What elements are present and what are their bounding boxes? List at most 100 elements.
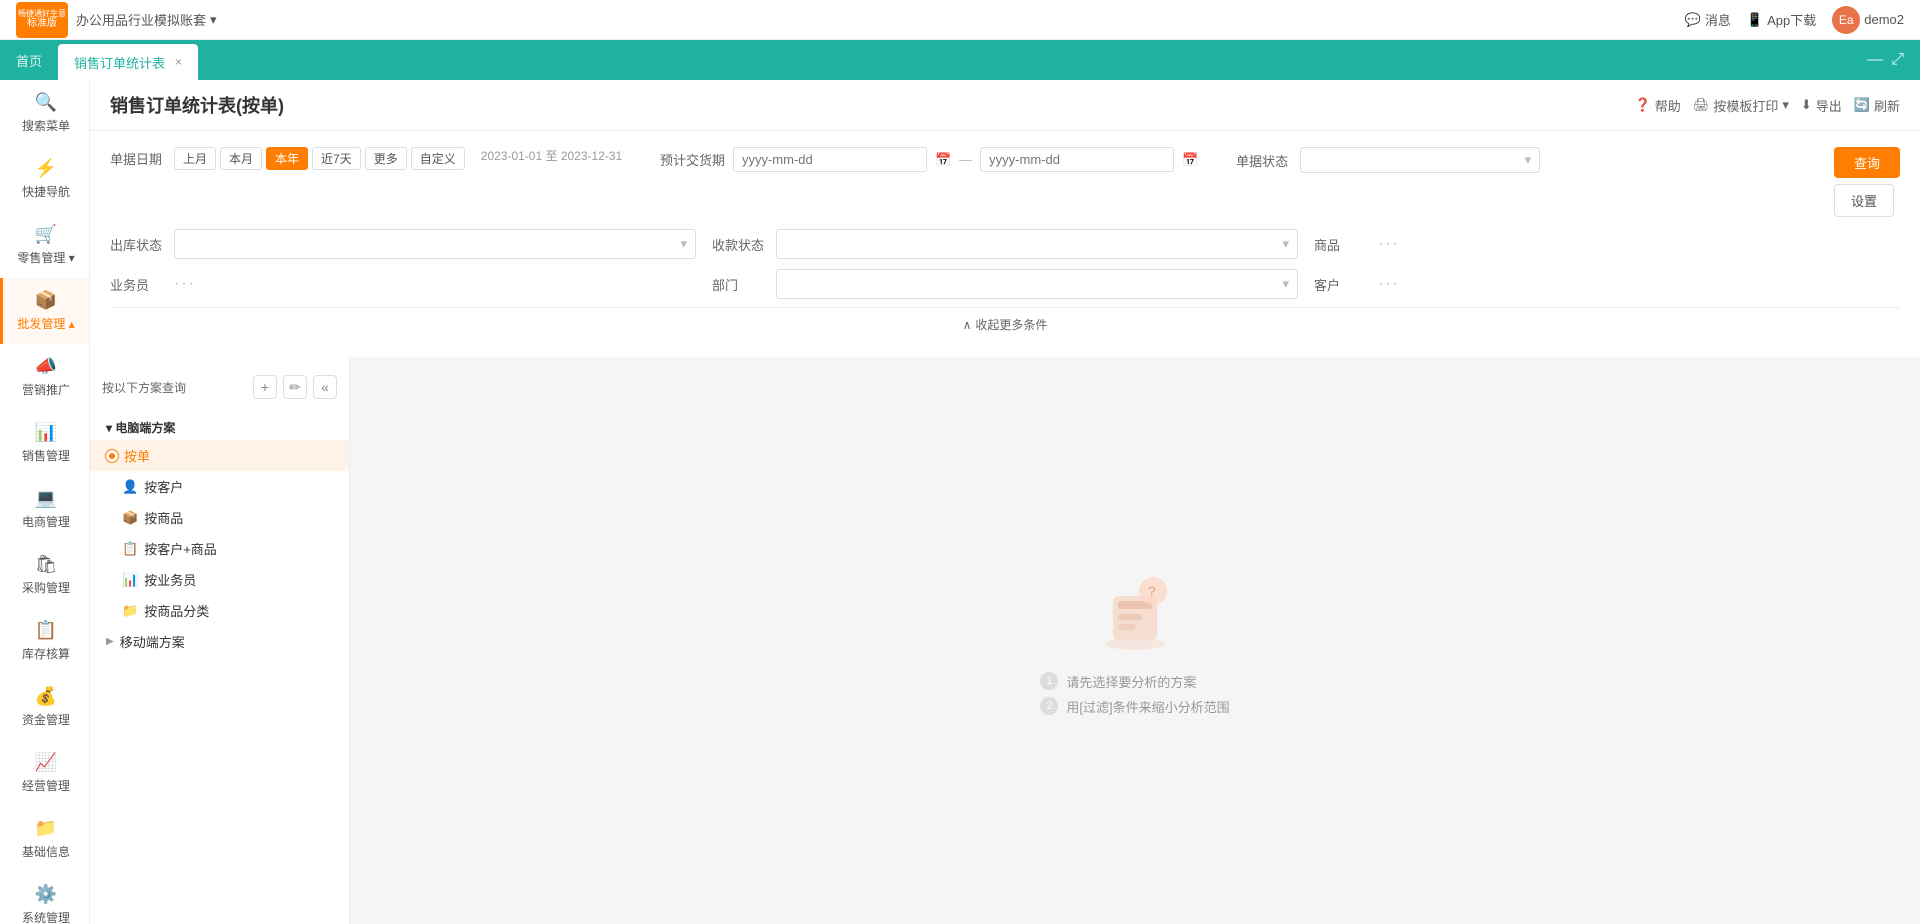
scheme-item-by-customer-goods[interactable]: 📋 按客户+商品	[90, 533, 349, 564]
tip-text-2: 用[过滤]条件来缩小分析范围	[1066, 697, 1229, 716]
settings-button[interactable]: 设置	[1834, 184, 1894, 217]
maximize-icon[interactable]: ⤢	[1891, 51, 1904, 69]
date-range-divider: —	[959, 152, 972, 167]
sidebar: 🔍 搜索菜单 ⚡ 快捷导航 🛒 零售管理 ▾ 📦 批发管理 ▴ 📣 营销推广 📊…	[0, 80, 90, 924]
workspace: 按以下方案查询 + ✏ « ▾ 电脑端方案 按单	[90, 357, 1920, 924]
calendar-icon-from[interactable]: 📅	[935, 152, 951, 168]
sidebar-item-ecommerce[interactable]: 💻 电商管理	[0, 476, 89, 542]
collapse-panel-btn[interactable]: «	[313, 375, 337, 399]
app-download-button[interactable]: 📱 App下载	[1747, 10, 1816, 29]
ship-status-select[interactable]: ▾	[174, 229, 696, 259]
page-header: 销售订单统计表(按单) ❓ 帮助 🖨 按模板打印 ▾ ⬇ 导出 🔄 刷新	[90, 80, 1920, 131]
expand-icon: ▶	[106, 636, 114, 647]
sidebar-item-retail[interactable]: 🛒 零售管理 ▾	[0, 212, 89, 278]
shortcut-icon: ⚡	[35, 158, 57, 179]
scheme-item-by-category[interactable]: 📁 按商品分类	[90, 595, 349, 626]
dept-dropdown-icon: ▾	[1282, 276, 1289, 292]
refresh-icon: 🔄	[1854, 97, 1870, 113]
sidebar-item-operation[interactable]: 📈 经营管理	[0, 740, 89, 806]
tab-close-icon[interactable]: ×	[175, 55, 182, 69]
scheme-item-by-goods[interactable]: 📦 按商品	[90, 502, 349, 533]
date-btn-custom[interactable]: 自定义	[411, 147, 465, 170]
date-btn-thisyear[interactable]: 本年	[266, 147, 308, 170]
export-button[interactable]: ⬇ 导出	[1801, 96, 1842, 115]
sidebar-label-shortcut: 快捷导航	[22, 183, 70, 200]
filter-panel: 单据日期 上月 本月 本年 近7天 更多 自定义 2023-01-01 至 20…	[90, 131, 1920, 357]
edit-scheme-btn[interactable]: ✏	[283, 375, 307, 399]
collapse-bar[interactable]: ∧ 收起更多条件	[110, 307, 1900, 341]
logo-sub: 标准版	[27, 18, 57, 30]
status-select[interactable]: ▾	[1300, 147, 1540, 173]
expected-date-from[interactable]	[733, 147, 927, 172]
salesperson-more-btn[interactable]: ···	[174, 275, 196, 293]
minimize-icon[interactable]: —	[1867, 51, 1883, 69]
sidebar-item-sales[interactable]: 📊 销售管理	[0, 410, 89, 476]
goods-label: 商品	[1314, 235, 1370, 254]
department-select[interactable]: ▾	[776, 269, 1298, 299]
status-dropdown-icon: ▾	[1525, 152, 1532, 168]
department-cell: 部门 ▾	[712, 269, 1298, 299]
customer-more-btn[interactable]: ···	[1378, 275, 1400, 293]
payment-status-select[interactable]: ▾	[776, 229, 1298, 259]
sidebar-label-marketing: 营销推广	[22, 381, 70, 398]
sidebar-item-finance[interactable]: 💰 资金管理	[0, 674, 89, 740]
customer-cell: 客户 ···	[1314, 275, 1900, 294]
search-icon: 🔍	[35, 92, 57, 113]
help-button[interactable]: ❓ 帮助	[1635, 96, 1681, 115]
date-btn-lastmonth[interactable]: 上月	[174, 147, 216, 170]
system-icon: ⚙️	[35, 884, 57, 905]
page-actions: ❓ 帮助 🖨 按模板打印 ▾ ⬇ 导出 🔄 刷新	[1635, 96, 1900, 115]
sidebar-item-system[interactable]: ⚙️ 系统管理	[0, 872, 89, 924]
sidebar-item-purchase[interactable]: 🛍 采购管理	[0, 542, 89, 608]
message-label: 消息	[1705, 10, 1731, 29]
left-panel: 按以下方案查询 + ✏ « ▾ 电脑端方案 按单	[90, 357, 350, 924]
sidebar-item-marketing[interactable]: 📣 营销推广	[0, 344, 89, 410]
print-label: 按模板打印	[1713, 96, 1778, 115]
sidebar-label-purchase: 采购管理	[22, 579, 70, 596]
ship-label: 出库状态	[110, 235, 166, 254]
empty-tips: 1 请先选择要分析的方案 2 用[过滤]条件来缩小分析范围	[1040, 672, 1229, 716]
add-scheme-btn[interactable]: +	[253, 375, 277, 399]
status-label: 单据状态	[1236, 151, 1292, 170]
customer-goods-icon: 📋	[122, 541, 138, 557]
empty-state: ? 1 请先选择要分析的方案 2 用[过滤]条件来缩小分析范围	[1040, 566, 1229, 716]
date-btn-7days[interactable]: 近7天	[312, 147, 361, 170]
print-button[interactable]: 🖨 按模板打印 ▾	[1693, 96, 1789, 115]
date-btn-more[interactable]: 更多	[365, 147, 407, 170]
sidebar-item-inventory[interactable]: 📋 库存核算	[0, 608, 89, 674]
download-icon: 📱	[1747, 12, 1763, 28]
user-profile[interactable]: Ea demo2	[1832, 6, 1904, 34]
tip-text-1: 请先选择要分析的方案	[1066, 672, 1196, 691]
sidebar-item-wholesale[interactable]: 📦 批发管理 ▴	[0, 278, 89, 344]
refresh-button[interactable]: 🔄 刷新	[1854, 96, 1900, 115]
export-label: 导出	[1816, 96, 1842, 115]
scheme-item-by-salesperson[interactable]: 📊 按业务员	[90, 564, 349, 595]
finance-icon: 💰	[35, 686, 57, 707]
query-button[interactable]: 查询	[1834, 147, 1900, 178]
scheme-item-by-customer[interactable]: 👤 按客户	[90, 471, 349, 502]
app-selector[interactable]: 办公用品行业模拟账套 ▾	[76, 10, 217, 29]
date-btn-thismonth[interactable]: 本月	[220, 147, 262, 170]
goods-more-btn[interactable]: ···	[1378, 235, 1400, 253]
export-icon: ⬇	[1801, 97, 1812, 113]
calendar-icon-to[interactable]: 📅	[1182, 152, 1198, 168]
message-icon: 💬	[1685, 12, 1701, 28]
tab-home[interactable]: 首页	[0, 40, 58, 80]
sidebar-item-basic[interactable]: 📁 基础信息	[0, 806, 89, 872]
message-button[interactable]: 💬 消息	[1685, 10, 1731, 29]
mobile-section-item[interactable]: ▶ 移动端方案	[90, 626, 349, 657]
sidebar-item-shortcut[interactable]: ⚡ 快捷导航	[0, 146, 89, 212]
logo-text: 畅捷通好生意	[18, 9, 66, 19]
sidebar-item-search[interactable]: 🔍 搜索菜单	[0, 80, 89, 146]
panel-tree: ▾ 电脑端方案 按单 👤 按客户 📦 按商品	[90, 407, 349, 661]
expected-date-to[interactable]	[980, 147, 1174, 172]
app-download-label: App下载	[1767, 10, 1816, 29]
logo: 畅捷通好生意 标准版	[16, 2, 68, 38]
ship-status-cell: 出库状态 ▾	[110, 229, 696, 259]
purchase-icon: 🛍	[35, 554, 58, 575]
tab-sales-report[interactable]: 销售订单统计表 ×	[58, 44, 198, 80]
sidebar-label-basic: 基础信息	[22, 843, 70, 860]
scheme-item-by-order[interactable]: 按单	[90, 440, 349, 471]
avatar: Ea	[1832, 6, 1860, 34]
sidebar-label-inventory: 库存核算	[22, 645, 70, 662]
